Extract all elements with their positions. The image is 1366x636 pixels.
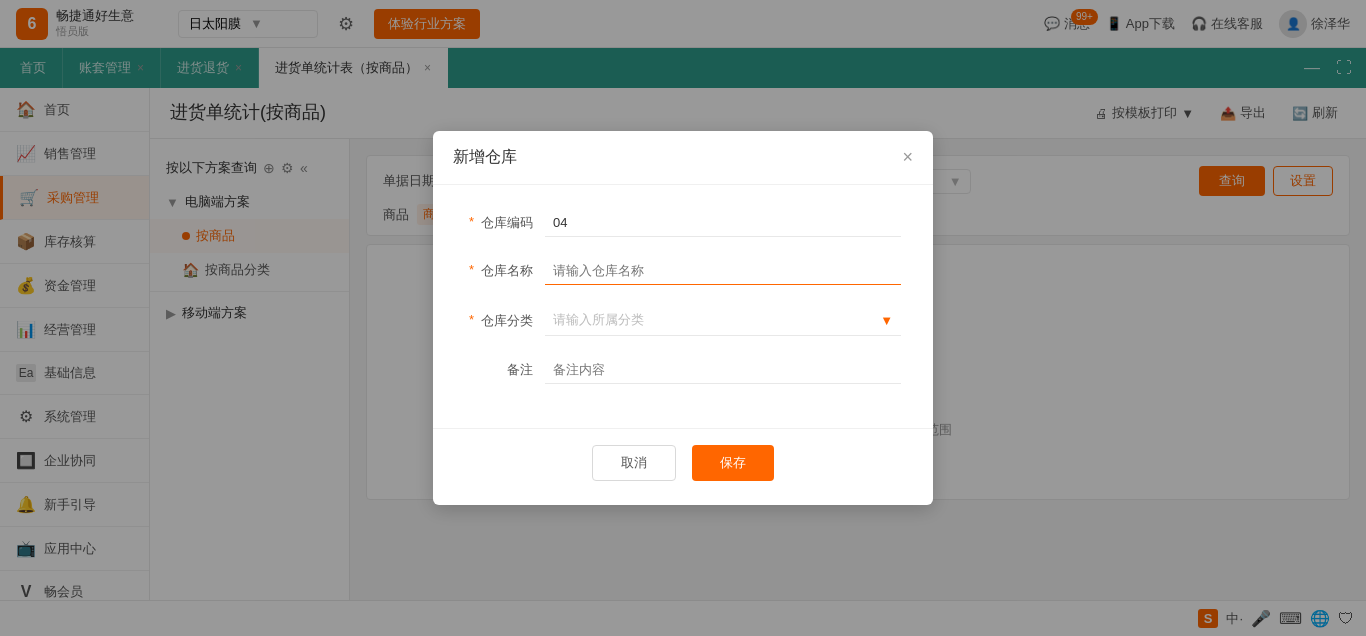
name-label: 仓库名称 <box>465 262 545 280</box>
cancel-button[interactable]: 取消 <box>592 445 676 481</box>
name-input[interactable] <box>545 257 901 285</box>
modal-title: 新增仓库 <box>453 147 517 168</box>
note-label: 备注 <box>465 361 545 379</box>
add-warehouse-modal: 新增仓库 × 仓库编码 仓库名称 仓库分类 请输入所属分类 ▼ <box>433 131 933 505</box>
modal-close-icon[interactable]: × <box>902 147 913 168</box>
save-button[interactable]: 保存 <box>692 445 774 481</box>
note-input[interactable] <box>545 356 901 384</box>
category-arrow-icon: ▼ <box>880 313 893 328</box>
modal-overlay: 新增仓库 × 仓库编码 仓库名称 仓库分类 请输入所属分类 ▼ <box>0 0 1366 636</box>
form-row-note: 备注 <box>465 356 901 384</box>
form-row-code: 仓库编码 <box>465 209 901 237</box>
category-select[interactable]: 请输入所属分类 ▼ <box>545 305 901 336</box>
category-placeholder: 请输入所属分类 <box>553 311 644 329</box>
form-row-category: 仓库分类 请输入所属分类 ▼ <box>465 305 901 336</box>
form-row-name: 仓库名称 <box>465 257 901 285</box>
code-label: 仓库编码 <box>465 214 545 232</box>
category-label: 仓库分类 <box>465 312 545 330</box>
modal-body: 仓库编码 仓库名称 仓库分类 请输入所属分类 ▼ 备注 <box>433 185 933 428</box>
modal-footer: 取消 保存 <box>433 428 933 505</box>
code-input[interactable] <box>545 209 901 237</box>
modal-header: 新增仓库 × <box>433 131 933 185</box>
